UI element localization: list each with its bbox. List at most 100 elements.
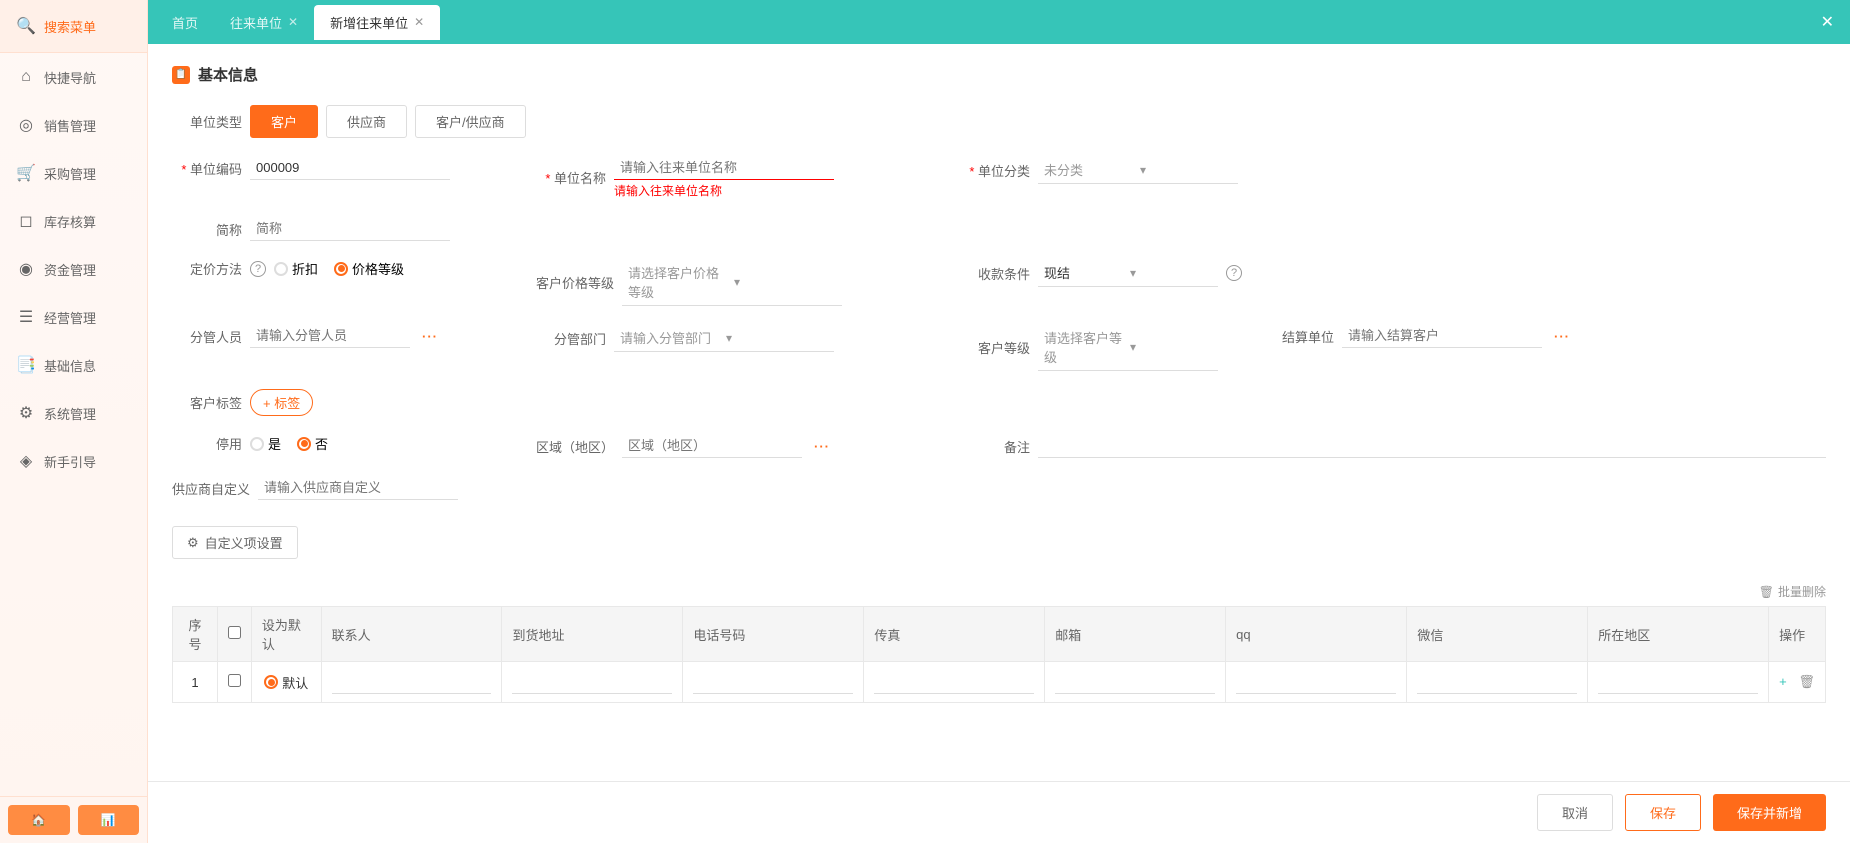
save-and-new-button[interactable]: 保存并新增 (1713, 794, 1826, 831)
sidebar-item-finance[interactable]: ◉ 资金管理 (0, 245, 147, 293)
tab-new-partner[interactable]: 新增往来单位 ✕ (314, 5, 440, 40)
type-btn-customer[interactable]: 客户 (250, 105, 318, 138)
unit-category-value: 未分类 (1044, 160, 1136, 179)
contact-input[interactable] (332, 670, 492, 694)
sidebar-label: 采购管理 (44, 164, 96, 183)
unit-type-buttons: 客户 供应商 客户/供应商 (250, 105, 526, 138)
sidebar-item-system[interactable]: ⚙ 系统管理 (0, 389, 147, 437)
region-input[interactable] (622, 434, 802, 458)
radio-discount[interactable]: 折扣 (274, 259, 318, 278)
unit-code-input[interactable] (250, 156, 450, 180)
payment-terms-label: 收款条件 (960, 264, 1030, 283)
guide-icon: ◈ (16, 451, 36, 471)
disabled-label: 停用 (172, 434, 242, 453)
tags-label: 客户标签 (172, 393, 242, 412)
sidebar-item-base-info[interactable]: 📑 基础信息 (0, 341, 147, 389)
radio-yes[interactable]: 是 (250, 434, 281, 453)
remark-input[interactable] (1038, 434, 1826, 458)
row-select-checkbox[interactable] (228, 674, 241, 687)
unit-name-field: 单位名称 请输入往来单位名称 (536, 156, 936, 199)
sidebar-item-inventory[interactable]: ◻ 库存核算 (0, 197, 147, 245)
sidebar-item-purchase[interactable]: 🛒 采购管理 (0, 149, 147, 197)
col-contact: 联系人 (321, 607, 502, 662)
custom-settings-button[interactable]: ⚙ 自定义项设置 (172, 526, 298, 559)
manager-row: 分管人员 ··· 分管部门 请输入分管部门 ▾ 客户等级 请选择客户等级 ▾ (172, 324, 1826, 371)
remark-label: 备注 (960, 437, 1030, 456)
sidebar-item-quick-nav[interactable]: ⌂ 快捷导航 (0, 53, 147, 101)
customer-level-select[interactable]: 请选择客户等级 ▾ (1038, 324, 1218, 371)
system-icon: ⚙ (16, 403, 36, 423)
region-dots-button[interactable]: ··· (810, 439, 834, 454)
unit-type-field: 单位类型 客户 供应商 客户/供应商 (172, 105, 772, 138)
department-select[interactable]: 请输入分管部门 ▾ (614, 324, 834, 352)
address-input[interactable] (512, 670, 672, 694)
disabled-region-row: 停用 是 否 区域（地区） ··· (172, 434, 1826, 458)
section-icon: 📋 (172, 66, 190, 84)
phone-input[interactable] (693, 670, 853, 694)
short-name-input[interactable] (250, 217, 450, 241)
batch-delete-label: 批量删除 (1778, 583, 1826, 600)
row-default-radio[interactable]: 默认 (262, 673, 311, 692)
contacts-table: 序号 设为默认 联系人 到货地址 电话号码 传真 邮箱 qq 微信 所在地区 操… (172, 606, 1826, 703)
area-input[interactable] (1598, 670, 1758, 694)
unit-category-field: 单位分类 未分类 ▾ (960, 156, 1320, 184)
sidebar-item-sales[interactable]: ◎ 销售管理 (0, 101, 147, 149)
chevron-down-icon: ▾ (734, 275, 836, 289)
row-seq: 1 (173, 662, 218, 703)
settlement-dots-button[interactable]: ··· (1550, 329, 1574, 344)
close-all-tabs-button[interactable]: ✕ (1813, 8, 1842, 36)
add-tag-button[interactable]: + 标签 (250, 389, 313, 416)
sidebar-item-new-guide[interactable]: ◈ 新手引导 (0, 437, 147, 485)
wechat-input[interactable] (1417, 670, 1577, 694)
select-all-checkbox[interactable] (228, 626, 241, 639)
type-btn-supplier[interactable]: 供应商 (326, 105, 407, 138)
supplier-custom-field: 供应商自定义 (172, 476, 512, 500)
customer-level-field: 客户等级 请选择客户等级 ▾ (960, 324, 1240, 371)
sidebar-label: 新手引导 (44, 452, 96, 471)
supplier-custom-input[interactable] (258, 476, 458, 500)
settlement-unit-input[interactable] (1342, 324, 1542, 348)
payment-help-icon[interactable]: ? (1226, 265, 1242, 281)
unit-name-input[interactable] (614, 156, 834, 180)
col-phone: 电话号码 (683, 607, 864, 662)
sidebar-label: 经营管理 (44, 308, 96, 327)
unit-type-row: 单位类型 客户 供应商 客户/供应商 (172, 105, 1826, 138)
custom-settings-wrap: ⚙ 自定义项设置 (172, 526, 1826, 571)
col-seq: 序号 (173, 607, 218, 662)
sidebar: 🔍 搜索菜单 ⌂ 快捷导航 ◎ 销售管理 🛒 采购管理 ◻ 库存核算 ◉ 资金管… (0, 0, 148, 843)
manager-dots-button[interactable]: ··· (418, 329, 442, 344)
qq-input[interactable] (1236, 670, 1396, 694)
tab-home[interactable]: 首页 (156, 5, 214, 40)
short-name-row: 简称 (172, 217, 1826, 241)
radio-discount-label: 折扣 (292, 259, 318, 278)
row-add-button[interactable]: + (1779, 674, 1787, 689)
email-input[interactable] (1055, 670, 1215, 694)
sidebar-search[interactable]: 🔍 搜索菜单 (0, 0, 147, 53)
save-button[interactable]: 保存 (1625, 794, 1701, 831)
sidebar-search-label: 搜索菜单 (44, 17, 96, 36)
payment-terms-select[interactable]: 现结 ▾ (1038, 259, 1218, 287)
unit-category-select[interactable]: 未分类 ▾ (1038, 156, 1238, 184)
purchase-icon: 🛒 (16, 163, 36, 183)
batch-delete-button[interactable]: 🗑 批量删除 (1759, 583, 1826, 600)
type-btn-both[interactable]: 客户/供应商 (415, 105, 526, 138)
radio-no[interactable]: 否 (297, 434, 328, 453)
row-contact (321, 662, 502, 703)
radio-price-level[interactable]: 价格等级 (334, 259, 404, 278)
tab-partners[interactable]: 往来单位 ✕ (214, 5, 314, 40)
pricing-help-icon[interactable]: ? (250, 261, 266, 277)
sidebar-item-operations[interactable]: ☰ 经营管理 (0, 293, 147, 341)
close-partners-tab-icon[interactable]: ✕ (288, 15, 298, 29)
close-new-partner-tab-icon[interactable]: ✕ (414, 15, 424, 29)
manager-input[interactable] (250, 324, 410, 348)
customer-price-level-select[interactable]: 请选择客户价格等级 ▾ (622, 259, 842, 306)
cancel-button[interactable]: 取消 (1537, 794, 1613, 831)
department-label: 分管部门 (536, 329, 606, 348)
disabled-field: 停用 是 否 (172, 434, 512, 453)
sidebar-bottom-btn1[interactable]: 🏠 (8, 805, 70, 835)
unit-name-error: 请输入往来单位名称 (614, 182, 936, 199)
fax-input[interactable] (874, 670, 1034, 694)
chevron-down-icon: ▾ (1140, 163, 1232, 177)
sidebar-bottom-btn2[interactable]: 📊 (78, 805, 140, 835)
row-delete-button[interactable]: 🗑 (1798, 674, 1815, 689)
